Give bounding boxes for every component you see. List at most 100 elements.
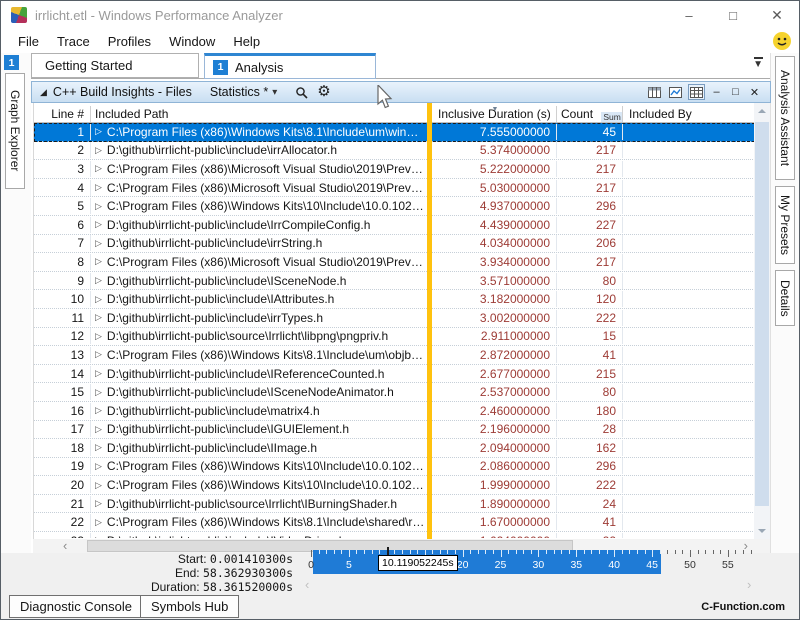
expander-icon[interactable]: ▷ xyxy=(95,331,102,342)
expander-icon[interactable]: ▷ xyxy=(95,480,102,491)
table-row[interactable]: 22▷C:\Program Files (x86)\Windows Kits\8… xyxy=(34,513,755,532)
table-row[interactable]: 10▷D:\github\irrlicht-public\include\IAt… xyxy=(34,290,755,309)
expander-icon[interactable]: ▷ xyxy=(95,182,102,193)
table-row[interactable]: 12▷D:\github\irrlicht-public\source\Irrl… xyxy=(34,328,755,347)
table-row[interactable]: 3 ▷ C:\Program Files (x86)\Microsoft Visua… xyxy=(34,160,755,179)
expander-icon[interactable]: ▷ xyxy=(95,535,102,538)
collapse-view-icon[interactable]: ◢ xyxy=(40,87,47,98)
column-header-inclusive-duration[interactable]: ▼ Inclusive Duration (s) Sum xyxy=(434,106,557,122)
cell-count: 120 xyxy=(557,291,623,307)
scroll-up-icon[interactable] xyxy=(758,109,766,113)
menu-file[interactable]: File xyxy=(9,31,48,52)
expander-icon[interactable]: ▷ xyxy=(95,275,102,286)
timeline-scroll-right-icon[interactable]: › xyxy=(747,577,751,592)
timeline-scroll-left-icon[interactable]: ‹ xyxy=(305,577,309,592)
timeline-ruler[interactable]: 10.119052245s ‹ › 0510152025303540455055 xyxy=(301,550,763,575)
path-text: C:\Program Files (x86)\Microsoft Visual … xyxy=(107,162,425,176)
table-row[interactable]: 1▷C:\Program Files (x86)\Windows Kits\8.… xyxy=(34,123,755,142)
timeline-tick xyxy=(660,550,661,554)
symbols-hub-button[interactable]: Symbols Hub xyxy=(140,595,239,618)
timeline-tick xyxy=(432,550,433,554)
expander-icon[interactable]: ▷ xyxy=(95,256,102,267)
expander-icon[interactable]: ▷ xyxy=(95,201,102,212)
grid-view-icon[interactable] xyxy=(688,84,705,100)
maximize-button[interactable]: □ xyxy=(711,1,755,29)
tab-getting-started[interactable]: Getting Started xyxy=(31,53,199,78)
minimize-button[interactable]: – xyxy=(667,1,711,29)
column-header-included-by[interactable]: Included By xyxy=(623,106,755,122)
table-row[interactable]: 2▷D:\github\irrlicht-public\include\irrA… xyxy=(34,142,755,161)
expander-icon[interactable]: ▷ xyxy=(95,498,102,509)
expander-icon[interactable]: ▷ xyxy=(95,145,102,156)
panel-restore-icon[interactable]: □ xyxy=(728,86,743,98)
menu-window[interactable]: Window xyxy=(160,31,224,52)
expander-icon[interactable]: ▷ xyxy=(95,517,102,528)
table-row[interactable]: 15▷D:\github\irrlicht-public\include\ISc… xyxy=(34,383,755,402)
column-marker-bar[interactable] xyxy=(427,103,432,539)
table-row[interactable]: 9▷D:\github\irrlicht-public\include\ISce… xyxy=(34,272,755,291)
table-row[interactable]: 7▷D:\github\irrlicht-public\include\irrS… xyxy=(34,235,755,254)
preset-selector[interactable]: Statistics * xyxy=(210,85,268,99)
expander-icon[interactable]: ▷ xyxy=(95,405,102,416)
expander-icon[interactable]: ▷ xyxy=(95,368,102,379)
table-row[interactable]: 13▷C:\Program Files (x86)\Windows Kits\8… xyxy=(34,346,755,365)
table-row[interactable]: 19▷C:\Program Files (x86)\Windows Kits\1… xyxy=(34,458,755,477)
diagnostic-console-button[interactable]: Diagnostic Console xyxy=(9,595,143,618)
search-icon[interactable] xyxy=(293,84,309,100)
table-row[interactable]: 17▷D:\github\irrlicht-public\include\IGU… xyxy=(34,421,755,440)
column-header-line[interactable]: Line # xyxy=(34,106,91,122)
table-row[interactable]: 6▷D:\github\irrlicht-public\include\IrrC… xyxy=(34,216,755,235)
cell-count: 180 xyxy=(557,403,623,419)
sidebar-tab-analysis-assistant[interactable]: Analysis Assistant xyxy=(775,56,795,180)
tab-list-dropdown-icon[interactable]: ▼ xyxy=(753,57,763,69)
scroll-down-icon[interactable] xyxy=(758,529,766,533)
table-view-icon[interactable] xyxy=(646,84,663,100)
expander-icon[interactable]: ▷ xyxy=(95,442,102,453)
cell-count: 296 xyxy=(557,458,623,474)
scroll-left-icon[interactable]: ‹ xyxy=(63,538,67,553)
column-header-count[interactable]: Count Sum xyxy=(557,106,623,122)
menu-help[interactable]: Help xyxy=(224,31,269,52)
table-row[interactable]: 14▷D:\github\irrlicht-public\include\IRe… xyxy=(34,365,755,384)
cell-included-path: ▷C:\Program Files (x86)\Microsoft Visual… xyxy=(91,180,428,196)
expander-icon[interactable]: ▷ xyxy=(95,349,102,360)
timeline-tick xyxy=(478,550,479,554)
expander-icon[interactable]: ▷ xyxy=(95,461,102,472)
table-row[interactable]: 8▷C:\Program Files (x86)\Microsoft Visua… xyxy=(34,253,755,272)
sidebar-tab-details[interactable]: Details xyxy=(775,270,795,326)
table-row[interactable]: 20▷C:\Program Files (x86)\Windows Kits\1… xyxy=(34,476,755,495)
expander-icon[interactable]: ▷ xyxy=(95,163,102,174)
expander-icon[interactable]: ▷ xyxy=(95,238,102,249)
expander-icon[interactable]: ▷ xyxy=(95,294,102,305)
table-row[interactable]: 4▷C:\Program Files (x86)\Microsoft Visua… xyxy=(34,179,755,198)
chart-view-icon[interactable] xyxy=(667,84,684,100)
cell-line-number: 3 xyxy=(34,161,91,177)
expander-icon[interactable]: ▷ xyxy=(95,312,102,323)
cell-included-path: ▷D:\github\irrlicht-public\include\IRefe… xyxy=(91,366,428,382)
table-row[interactable]: 16▷D:\github\irrlicht-public\include\mat… xyxy=(34,402,755,421)
vertical-scroll-thumb[interactable] xyxy=(755,122,769,506)
sidebar-tab-my-presets[interactable]: My Presets xyxy=(775,186,795,264)
tab-analysis[interactable]: 1 Analysis xyxy=(204,53,376,79)
expander-icon[interactable]: ▷ xyxy=(95,387,102,398)
preset-caret-icon[interactable]: ▾ xyxy=(272,87,277,98)
table-row[interactable]: 23▷D:\github\irrlicht-public\include\IVi… xyxy=(34,532,755,538)
right-rail: Analysis Assistant My Presets Details xyxy=(770,53,799,593)
expander-icon[interactable]: ▷ xyxy=(95,126,102,137)
table-row[interactable]: 18▷D:\github\irrlicht-public\include\IIm… xyxy=(34,439,755,458)
expander-icon[interactable]: ▷ xyxy=(95,219,102,230)
table-row[interactable]: 5▷C:\Program Files (x86)\Windows Kits\10… xyxy=(34,197,755,216)
menu-profiles[interactable]: Profiles xyxy=(99,31,160,52)
expander-icon[interactable]: ▷ xyxy=(95,424,102,435)
panel-close-icon[interactable]: ✕ xyxy=(747,86,762,99)
vertical-scrollbar[interactable] xyxy=(754,103,770,539)
table-row[interactable]: 11▷D:\github\irrlicht-public\include\irr… xyxy=(34,309,755,328)
close-button[interactable]: ✕ xyxy=(755,1,799,29)
gear-icon[interactable]: ⚙ xyxy=(317,84,330,100)
sidebar-tab-graph-explorer[interactable]: Graph Explorer xyxy=(5,73,25,189)
menu-trace[interactable]: Trace xyxy=(48,31,99,52)
table-row[interactable]: 21▷D:\github\irrlicht-public\source\Irrl… xyxy=(34,495,755,514)
feedback-smiley-icon[interactable] xyxy=(772,31,792,51)
panel-minimize-icon[interactable]: – xyxy=(709,86,724,98)
cell-included-by xyxy=(623,224,755,226)
